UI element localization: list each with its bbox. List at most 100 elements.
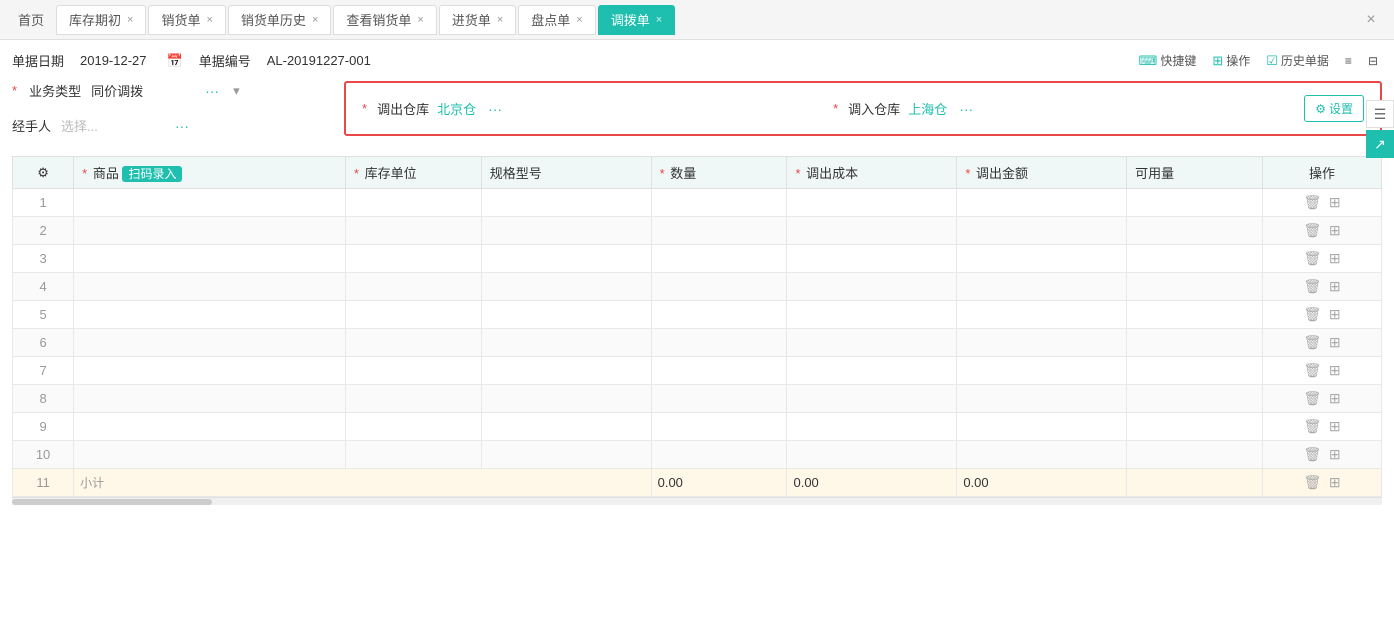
copy-icon[interactable]: ⊞ <box>1329 222 1341 238</box>
copy-icon[interactable]: ⊞ <box>1329 418 1341 434</box>
business-type-more[interactable]: ··· <box>201 83 223 99</box>
unit-cell[interactable] <box>345 273 481 301</box>
available-cell[interactable] <box>1127 189 1263 217</box>
copy-icon[interactable]: ⊞ <box>1329 194 1341 210</box>
transfer-out-value[interactable]: 北京仓 <box>437 99 476 118</box>
spec-cell[interactable] <box>481 301 651 329</box>
amount-cell[interactable] <box>957 273 1127 301</box>
cost-cell[interactable] <box>787 273 957 301</box>
product-cell[interactable] <box>74 357 346 385</box>
tab-purchase[interactable]: 进货单 × <box>439 5 516 35</box>
delete-icon[interactable]: 🗑 <box>1303 278 1321 294</box>
tab-close-icon[interactable]: × <box>417 14 423 26</box>
delete-icon[interactable]: 🗑 <box>1303 390 1321 406</box>
layout2-button[interactable]: ⊟ <box>1364 52 1382 70</box>
product-cell[interactable] <box>74 189 346 217</box>
tab-home[interactable]: 首页 <box>8 10 54 29</box>
cost-cell[interactable] <box>787 357 957 385</box>
qty-cell[interactable] <box>651 217 787 245</box>
available-cell[interactable] <box>1127 385 1263 413</box>
delete-icon[interactable]: 🗑 <box>1303 250 1321 266</box>
qty-cell[interactable] <box>651 245 787 273</box>
available-cell[interactable] <box>1127 329 1263 357</box>
unit-cell[interactable] <box>345 189 481 217</box>
copy-icon[interactable]: ⊞ <box>1329 250 1341 266</box>
scroll-bar[interactable] <box>12 497 1382 505</box>
tab-sales-order[interactable]: 销货单 × <box>148 5 225 35</box>
window-close-button[interactable]: × <box>1356 5 1386 35</box>
setting-button[interactable]: ⚙ 设置 <box>1304 95 1364 122</box>
tab-close-icon[interactable]: × <box>127 14 133 26</box>
available-cell[interactable] <box>1127 357 1263 385</box>
cost-cell[interactable] <box>787 385 957 413</box>
delete-icon[interactable]: 🗑 <box>1303 446 1321 462</box>
tab-close-icon[interactable]: × <box>497 14 503 26</box>
amount-cell[interactable] <box>957 441 1127 469</box>
product-cell[interactable] <box>74 329 346 357</box>
delete-icon[interactable]: 🗑 <box>1303 334 1321 350</box>
available-cell[interactable] <box>1127 217 1263 245</box>
tab-close-icon[interactable]: × <box>206 14 212 26</box>
amount-cell[interactable] <box>957 329 1127 357</box>
transfer-in-more[interactable]: ··· <box>955 101 977 117</box>
cost-cell[interactable] <box>787 329 957 357</box>
right-tool-export[interactable]: ↗ <box>1366 130 1394 158</box>
product-cell[interactable] <box>74 385 346 413</box>
qty-cell[interactable] <box>651 189 787 217</box>
spec-cell[interactable] <box>481 273 651 301</box>
delete-icon[interactable]: 🗑 <box>1303 194 1321 210</box>
qty-cell[interactable] <box>651 357 787 385</box>
calendar-icon[interactable]: 📅 <box>167 53 183 69</box>
right-tool-list[interactable]: ☰ <box>1366 100 1394 128</box>
amount-cell[interactable] <box>957 385 1127 413</box>
cost-cell[interactable] <box>787 413 957 441</box>
scroll-thumb[interactable] <box>12 499 212 505</box>
unit-cell[interactable] <box>345 357 481 385</box>
history-button[interactable]: ☑ 历史单据 <box>1262 50 1333 71</box>
copy-icon[interactable]: ⊞ <box>1329 306 1341 322</box>
unit-cell[interactable] <box>345 385 481 413</box>
tab-stocktake[interactable]: 盘点单 × <box>518 5 595 35</box>
qty-cell[interactable] <box>651 385 787 413</box>
tab-close-icon[interactable]: × <box>312 14 318 26</box>
product-cell[interactable] <box>74 273 346 301</box>
tab-inventory-init[interactable]: 库存期初 × <box>56 5 146 35</box>
available-cell[interactable] <box>1127 441 1263 469</box>
delete-icon[interactable]: 🗑 <box>1303 474 1321 490</box>
spec-cell[interactable] <box>481 357 651 385</box>
available-cell[interactable] <box>1127 245 1263 273</box>
dropdown-icon[interactable]: ▾ <box>233 83 240 99</box>
cost-cell[interactable] <box>787 189 957 217</box>
copy-icon[interactable]: ⊞ <box>1329 334 1341 350</box>
spec-cell[interactable] <box>481 245 651 273</box>
copy-icon[interactable]: ⊞ <box>1329 278 1341 294</box>
delete-icon[interactable]: 🗑 <box>1303 222 1321 238</box>
shortcut-button[interactable]: ⌨ 快捷键 <box>1135 50 1201 71</box>
transfer-in-value[interactable]: 上海仓 <box>908 99 947 118</box>
spec-cell[interactable] <box>481 385 651 413</box>
amount-cell[interactable] <box>957 189 1127 217</box>
qty-cell[interactable] <box>651 413 787 441</box>
unit-cell[interactable] <box>345 301 481 329</box>
copy-icon[interactable]: ⊞ <box>1329 474 1341 490</box>
tab-transfer[interactable]: 调拨单 × <box>598 5 675 35</box>
product-cell[interactable] <box>74 245 346 273</box>
delete-icon[interactable]: 🗑 <box>1303 362 1321 378</box>
amount-cell[interactable] <box>957 357 1127 385</box>
unit-cell[interactable] <box>345 413 481 441</box>
spec-cell[interactable] <box>481 217 651 245</box>
copy-icon[interactable]: ⊞ <box>1329 446 1341 462</box>
amount-cell[interactable] <box>957 245 1127 273</box>
spec-cell[interactable] <box>481 329 651 357</box>
product-cell[interactable] <box>74 301 346 329</box>
product-cell[interactable] <box>74 217 346 245</box>
amount-cell[interactable] <box>957 217 1127 245</box>
available-cell[interactable] <box>1127 273 1263 301</box>
layout1-button[interactable]: ≡ <box>1341 52 1356 70</box>
business-type-value[interactable]: 同价调拨 <box>91 81 191 100</box>
product-cell[interactable] <box>74 441 346 469</box>
handler-more[interactable]: ··· <box>171 118 193 134</box>
tab-view-sales[interactable]: 查看销货单 × <box>333 5 436 35</box>
tab-close-icon[interactable]: × <box>576 14 582 26</box>
cost-cell[interactable] <box>787 217 957 245</box>
